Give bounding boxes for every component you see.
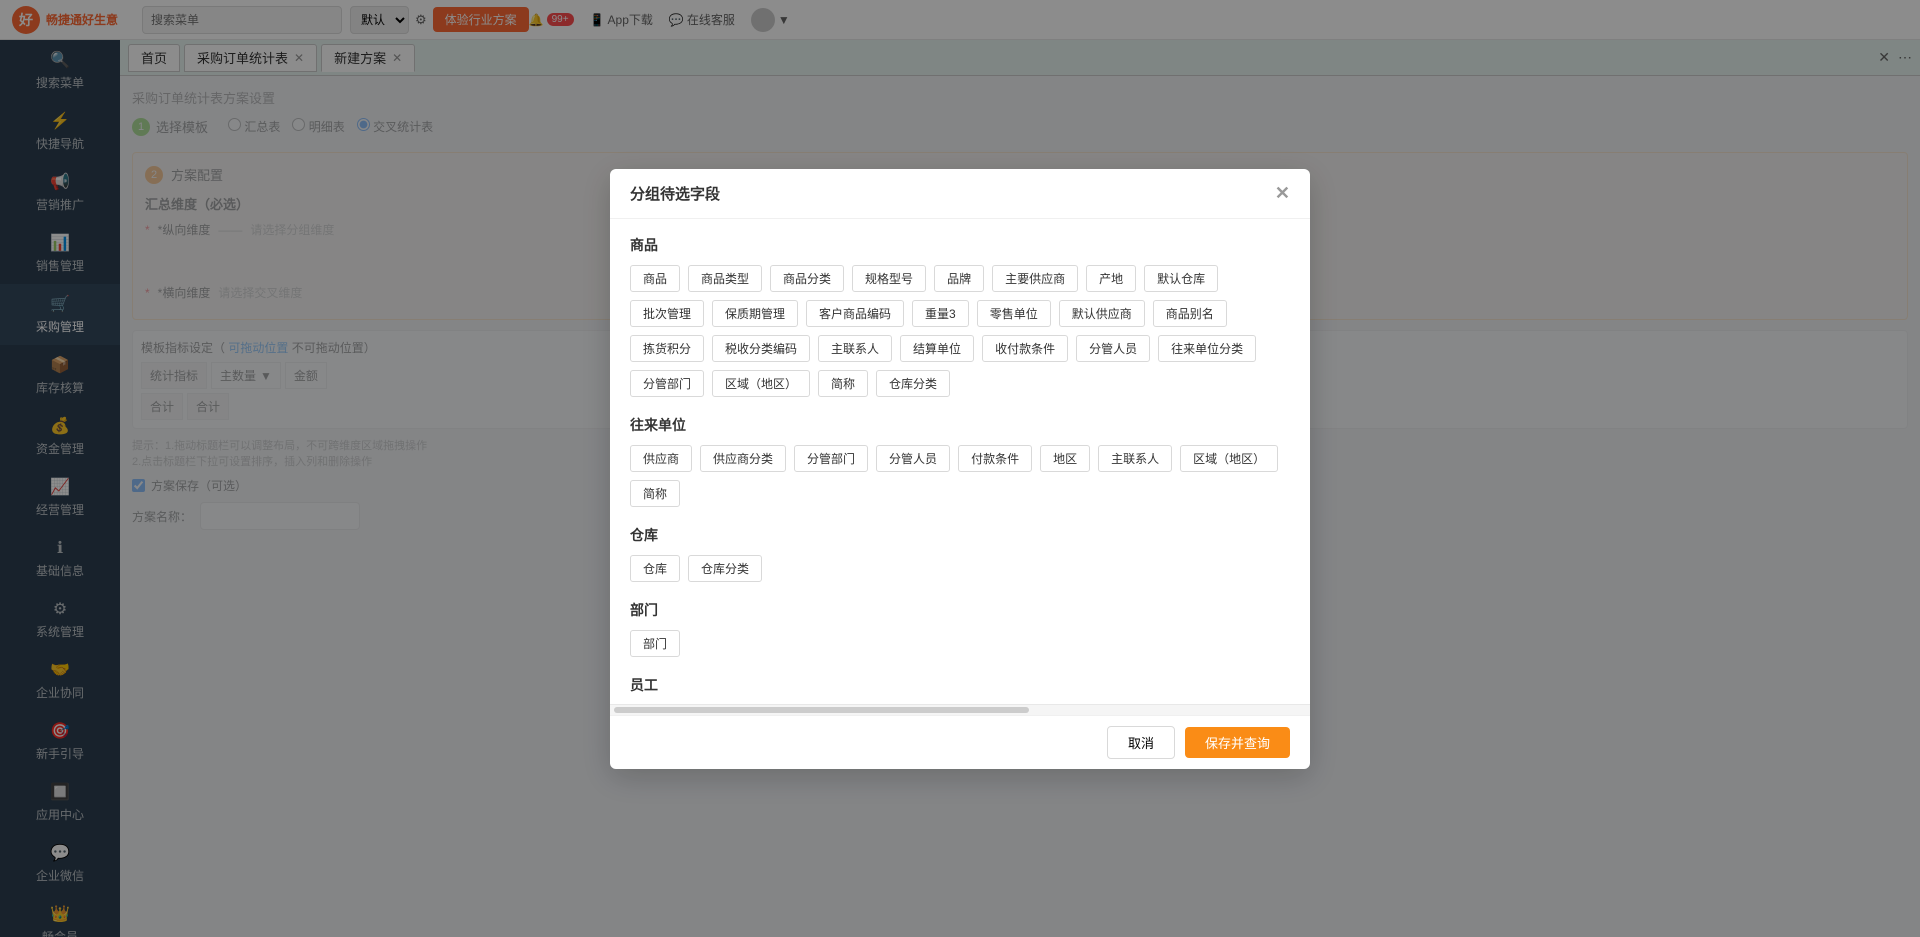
field-chip-product-21[interactable]: 往来单位分类: [1158, 335, 1256, 362]
field-group-dept: 部门 部门: [630, 600, 1290, 657]
field-list-product: 商品 商品类型 商品分类 规格型号 品牌 主要供应商 产地 默认仓库 批次管理 …: [630, 265, 1290, 397]
modal-cancel-button[interactable]: 取消: [1107, 726, 1175, 759]
field-group-partner: 往来单位 供应商 供应商分类 分管部门 分管人员 付款条件 地区 主联系人 区域…: [630, 415, 1290, 507]
field-chip-partner-2[interactable]: 分管部门: [794, 445, 868, 472]
field-group-staff: 员工 业务员: [630, 675, 1290, 705]
field-chip-product-9[interactable]: 保质期管理: [712, 300, 798, 327]
field-chip-product-23[interactable]: 区域（地区）: [712, 370, 810, 397]
section-title-partner: 往来单位: [630, 415, 1290, 435]
section-title-product: 商品: [630, 235, 1290, 255]
modal-hscroll[interactable]: [610, 704, 1310, 714]
modal-overlay: 分组待选字段 ✕ 商品 商品 商品类型 商品分类 规格型号 品牌 主要供应商 产…: [0, 0, 1920, 937]
field-chip-partner-0[interactable]: 供应商: [630, 445, 692, 472]
field-chip-product-1[interactable]: 商品类型: [688, 265, 762, 292]
modal-body: 商品 商品 商品类型 商品分类 规格型号 品牌 主要供应商 产地 默认仓库 批次…: [610, 219, 1310, 705]
field-chip-partner-4[interactable]: 付款条件: [958, 445, 1032, 472]
field-chip-product-5[interactable]: 主要供应商: [992, 265, 1078, 292]
field-chip-product-20[interactable]: 分管人员: [1076, 335, 1150, 362]
field-chip-product-11[interactable]: 重量3: [912, 300, 969, 327]
field-chip-product-4[interactable]: 品牌: [934, 265, 984, 292]
field-chip-product-15[interactable]: 拣货积分: [630, 335, 704, 362]
field-chip-partner-7[interactable]: 区域（地区）: [1180, 445, 1278, 472]
field-chip-product-19[interactable]: 收付款条件: [982, 335, 1068, 362]
field-chip-partner-5[interactable]: 地区: [1040, 445, 1090, 472]
field-list-warehouse: 仓库 仓库分类: [630, 555, 1290, 582]
field-chip-product-18[interactable]: 结算单位: [900, 335, 974, 362]
section-title-staff: 员工: [630, 675, 1290, 695]
field-chip-product-0[interactable]: 商品: [630, 265, 680, 292]
modal-title: 分组待选字段: [630, 183, 720, 204]
field-chip-product-22[interactable]: 分管部门: [630, 370, 704, 397]
field-chip-product-10[interactable]: 客户商品编码: [806, 300, 904, 327]
modal-save-button[interactable]: 保存并查询: [1185, 727, 1290, 758]
field-chip-partner-1[interactable]: 供应商分类: [700, 445, 786, 472]
field-chip-product-7[interactable]: 默认仓库: [1144, 265, 1218, 292]
field-chip-product-13[interactable]: 默认供应商: [1059, 300, 1145, 327]
modal-close-button[interactable]: ✕: [1275, 184, 1290, 202]
field-chip-product-25[interactable]: 仓库分类: [876, 370, 950, 397]
field-chip-partner-3[interactable]: 分管人员: [876, 445, 950, 472]
field-chip-product-12[interactable]: 零售单位: [977, 300, 1051, 327]
modal-footer: 取消 保存并查询: [610, 715, 1310, 769]
field-chip-product-6[interactable]: 产地: [1086, 265, 1136, 292]
field-chip-product-2[interactable]: 商品分类: [770, 265, 844, 292]
field-list-dept: 部门: [630, 630, 1290, 657]
field-list-partner: 供应商 供应商分类 分管部门 分管人员 付款条件 地区 主联系人 区域（地区） …: [630, 445, 1290, 507]
field-chip-partner-6[interactable]: 主联系人: [1098, 445, 1172, 472]
field-chip-product-16[interactable]: 税收分类编码: [712, 335, 810, 362]
field-chip-warehouse-1[interactable]: 仓库分类: [688, 555, 762, 582]
field-chip-product-24[interactable]: 简称: [818, 370, 868, 397]
field-chip-warehouse-0[interactable]: 仓库: [630, 555, 680, 582]
field-group-product: 商品 商品 商品类型 商品分类 规格型号 品牌 主要供应商 产地 默认仓库 批次…: [630, 235, 1290, 397]
field-chip-product-8[interactable]: 批次管理: [630, 300, 704, 327]
field-chip-product-17[interactable]: 主联系人: [818, 335, 892, 362]
section-title-warehouse: 仓库: [630, 525, 1290, 545]
section-title-dept: 部门: [630, 600, 1290, 620]
modal-dialog: 分组待选字段 ✕ 商品 商品 商品类型 商品分类 规格型号 品牌 主要供应商 产…: [610, 169, 1310, 769]
field-chip-product-14[interactable]: 商品别名: [1153, 300, 1227, 327]
field-group-warehouse: 仓库 仓库 仓库分类: [630, 525, 1290, 582]
field-chip-product-3[interactable]: 规格型号: [852, 265, 926, 292]
field-chip-dept-0[interactable]: 部门: [630, 630, 680, 657]
field-chip-partner-8[interactable]: 简称: [630, 480, 680, 507]
modal-header: 分组待选字段 ✕: [610, 169, 1310, 219]
